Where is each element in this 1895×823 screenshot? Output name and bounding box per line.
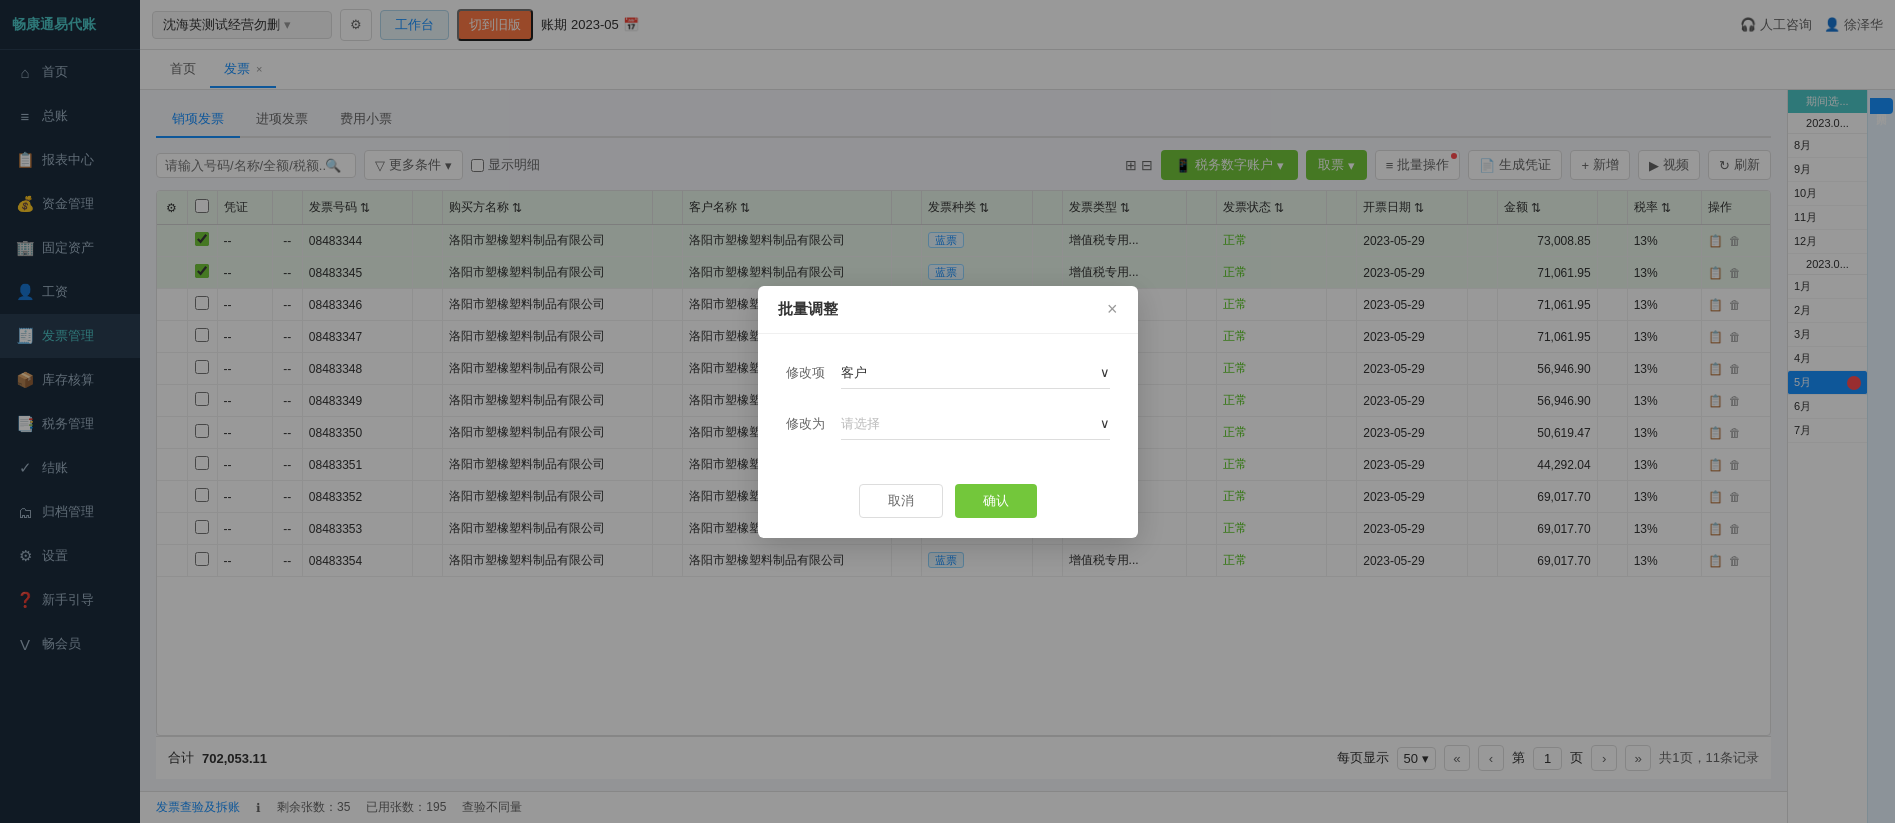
modal-field-select[interactable]: 客户 ∨ [841, 358, 1110, 389]
modal-row-field: 修改项 客户 ∨ [786, 358, 1110, 389]
modal-value-select[interactable]: 请选择 ∨ [841, 409, 1110, 440]
modal-body: 修改项 客户 ∨ 修改为 请选择 ∨ [758, 334, 1138, 480]
modal-overlay: 批量调整 × 修改项 客户 ∨ 修改为 请选择 ∨ 取消 确认 [0, 0, 1895, 823]
confirm-button[interactable]: 确认 [955, 484, 1037, 518]
modal-header: 批量调整 × [758, 286, 1138, 334]
modal-close-button[interactable]: × [1107, 300, 1118, 318]
batch-adjust-modal: 批量调整 × 修改项 客户 ∨ 修改为 请选择 ∨ 取消 确认 [758, 286, 1138, 538]
modal-title: 批量调整 [778, 300, 838, 319]
modal-value-placeholder: 请选择 [841, 415, 880, 433]
modal-field-value: 客户 [841, 364, 867, 382]
chevron-down-icon: ∨ [1100, 365, 1110, 380]
modal-row-value: 修改为 请选择 ∨ [786, 409, 1110, 440]
modal-value-label: 修改为 [786, 415, 841, 433]
modal-footer: 取消 确认 [758, 480, 1138, 538]
chevron-down-icon: ∨ [1100, 416, 1110, 431]
cancel-button[interactable]: 取消 [859, 484, 943, 518]
modal-field-label: 修改项 [786, 364, 841, 382]
